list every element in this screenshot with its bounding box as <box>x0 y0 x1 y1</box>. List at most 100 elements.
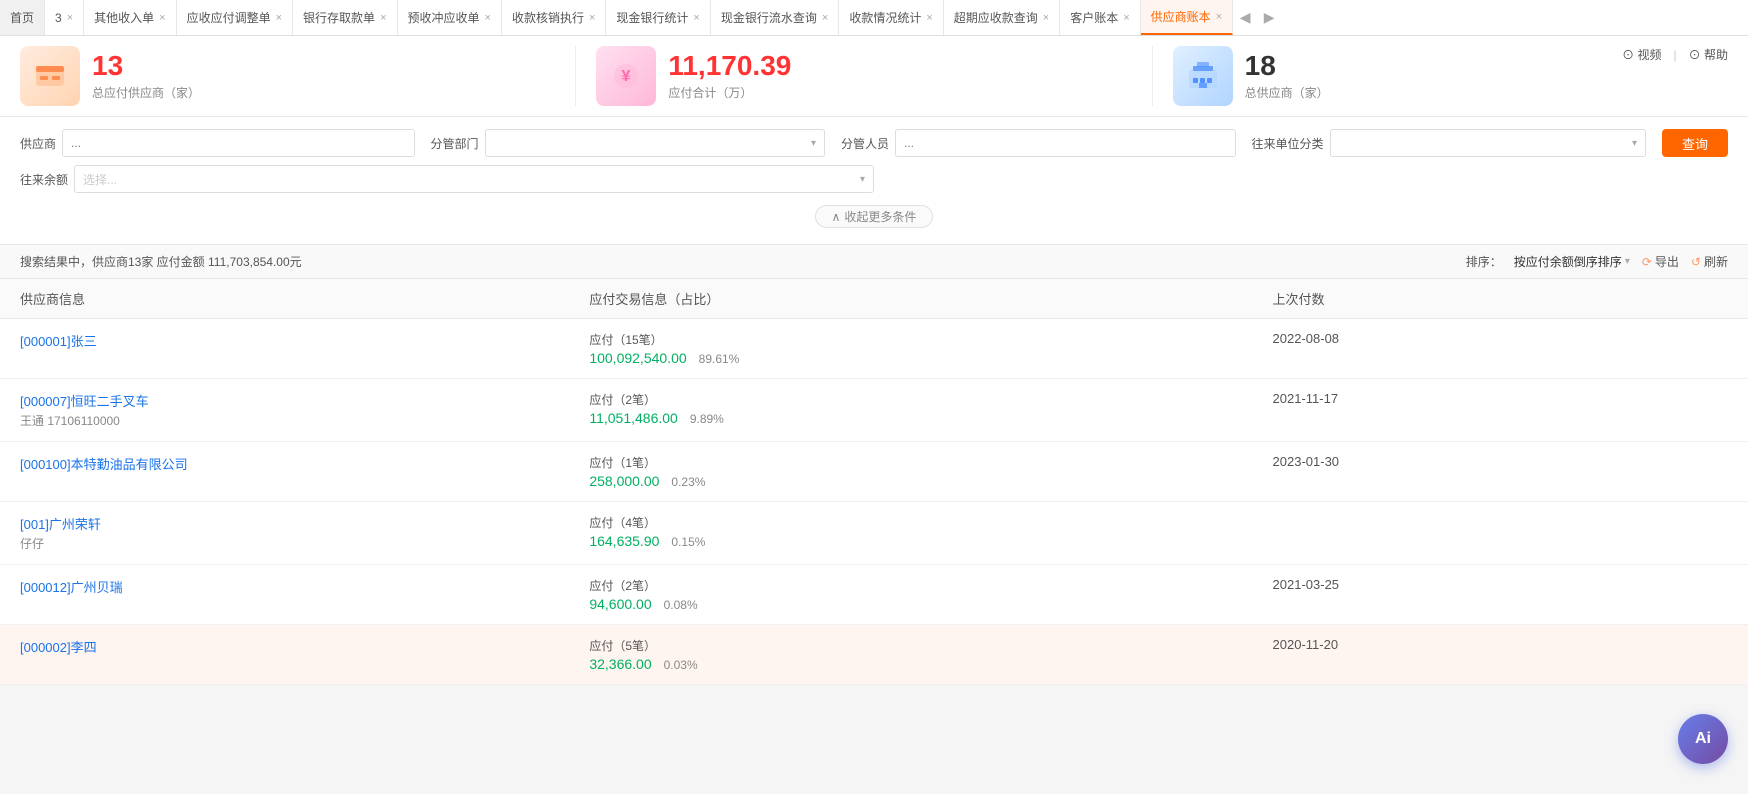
payable-suppliers-label: 总应付供应商（家） <box>92 84 200 101</box>
video-link[interactable]: ⊙ 视频 <box>1622 46 1661 63</box>
trans-amount-beirui[interactable]: 94,600.00 <box>589 596 651 612</box>
ai-button-container: Ai <box>1678 714 1728 764</box>
nav-tab-cash-bank-stat[interactable]: 现金银行统计 × <box>606 0 710 35</box>
supplier-link-bente[interactable]: [000100]本特勤油品有限公司 <box>20 457 188 472</box>
nav-tab-other-income[interactable]: 其他收入单 × <box>84 0 176 35</box>
supplier-filter-input[interactable] <box>62 129 414 157</box>
trans-amount-zhangsan[interactable]: 100,092,540.00 <box>589 350 686 366</box>
nav-tab-receipt-verify-close[interactable]: × <box>589 12 595 24</box>
summary-block-payable-suppliers: 13 总应付供应商（家） <box>20 46 576 106</box>
nav-tab-receipt-stat-close[interactable]: × <box>926 12 932 24</box>
trans-label-hengwang: 应付（2笔） <box>589 391 1272 408</box>
person-filter-input[interactable] <box>895 129 1235 157</box>
trans-row-lisi: 32,366.00 0.03% <box>589 656 1272 672</box>
transaction-info-bente: 应付（1笔） 258,000.00 0.23% <box>589 454 1272 489</box>
collapse-button[interactable]: ∧ 收起更多条件 <box>815 205 934 228</box>
trans-amount-hengwang[interactable]: 11,051,486.00 <box>589 410 678 426</box>
nav-tab-supplier-account[interactable]: 供应商账本 × <box>1141 0 1233 35</box>
filter-item-dept: 分管部门 ▾ <box>431 129 826 157</box>
nav-tab-other-income-label: 其他收入单 <box>94 9 154 26</box>
last-payment-date-hengwang: 2021-11-17 <box>1273 391 1339 406</box>
supplier-link-hengwang[interactable]: [000007]恒旺二手叉车 <box>20 394 149 409</box>
svg-text:¥: ¥ <box>622 68 631 85</box>
sort-select[interactable]: 按应付余额倒序排序 ▾ <box>1514 253 1630 270</box>
trans-row-zhangsan: 100,092,540.00 89.61% <box>589 350 1272 366</box>
nav-tab-overdue-collect-close[interactable]: × <box>1043 12 1049 24</box>
last-payment-date-beirui: 2021-03-25 <box>1273 577 1340 592</box>
sort-label: 排序： <box>1466 253 1502 270</box>
nav-tab-bank-deposit[interactable]: 银行存取款单 × <box>293 0 397 35</box>
nav-tab-home[interactable]: 首页 <box>0 0 45 35</box>
table-row: [001]广州荣轩 仔仔 应付（4笔） 164,635.90 0.15% <box>0 502 1748 565</box>
nav-tab-receipt-stat[interactable]: 收款情况统计 × <box>839 0 943 35</box>
filter-item-balance: 往来余额 选择... ▾ <box>20 165 874 193</box>
supplier-link-lisi[interactable]: [000002]李四 <box>20 640 97 655</box>
nav-tab-advance-collect-close[interactable]: × <box>485 12 491 24</box>
nav-tab-customer-account[interactable]: 客户账本 × <box>1060 0 1140 35</box>
trans-row-bente: 258,000.00 0.23% <box>589 473 1272 489</box>
ai-button[interactable]: Ai <box>1678 714 1728 764</box>
nav-tab-cash-bank-flow-close[interactable]: × <box>822 12 828 24</box>
nav-tab-supplier-account-close[interactable]: × <box>1216 11 1222 23</box>
trans-label-beirui: 应付（2笔） <box>589 577 1272 594</box>
trans-percent-zhangsan: 89.61% <box>699 352 740 366</box>
category-filter-select[interactable]: ▾ <box>1330 129 1646 157</box>
refresh-button[interactable]: ↺ 刷新 <box>1691 253 1728 270</box>
total-suppliers-label: 总供应商（家） <box>1245 84 1329 101</box>
table-row: [000002]李四 应付（5笔） 32,366.00 0.03% 2020-1… <box>0 625 1748 685</box>
table-row: [000001]张三 应付（15笔） 100,092,540.00 89.61%… <box>0 319 1748 379</box>
nav-tab-receipt-verify[interactable]: 收款核销执行 × <box>502 0 606 35</box>
supplier-info-hengwang: [000007]恒旺二手叉车 王通 17106110000 <box>20 391 589 429</box>
trans-detail-lisi: 应付（5笔） 32,366.00 0.03% <box>589 637 1272 672</box>
nav-tab-ar-adjust[interactable]: 应收应付调整单 × <box>177 0 293 35</box>
filter-row-2: 往来余额 选择... ▾ <box>20 165 1728 193</box>
supplier-link-beirui[interactable]: [000012]广州贝瑞 <box>20 580 123 595</box>
export-button[interactable]: ⟳ 导出 <box>1642 253 1679 270</box>
nav-tab-bank-deposit-close[interactable]: × <box>380 12 386 24</box>
trans-amount-rongxuan[interactable]: 164,635.90 <box>589 533 659 549</box>
nav-tab-overdue-collect-label: 超期应收款查询 <box>954 9 1038 26</box>
last-payment-lisi: 2020-11-20 <box>1273 637 1728 652</box>
query-button[interactable]: 查询 <box>1662 129 1728 157</box>
nav-tab-advance-collect-label: 预收冲应收单 <box>408 9 480 26</box>
last-payment-date-zhangsan: 2022-08-08 <box>1273 331 1340 346</box>
nav-tab-cash-bank-stat-close[interactable]: × <box>693 12 699 24</box>
supplier-link-zhangsan[interactable]: [000001]张三 <box>20 334 97 349</box>
trans-detail-hengwang: 应付（2笔） 11,051,486.00 9.89% <box>589 391 1272 426</box>
trans-amount-bente[interactable]: 258,000.00 <box>589 473 659 489</box>
table-row: [000100]本特勤油品有限公司 应付（1笔） 258,000.00 0.23… <box>0 442 1748 502</box>
nav-tab-ar-adjust-close[interactable]: × <box>276 12 282 24</box>
nav-tab-cash-bank-flow[interactable]: 现金银行流水查询 × <box>711 0 839 35</box>
trans-amount-lisi[interactable]: 32,366.00 <box>589 656 651 672</box>
results-right: 排序： 按应付余额倒序排序 ▾ ⟳ 导出 ↺ 刷新 <box>1466 253 1728 270</box>
nav-arrow-right[interactable]: ▶ <box>1257 0 1281 35</box>
last-payment-date-lisi: 2020-11-20 <box>1273 637 1339 652</box>
nav-tab-customer-account-close[interactable]: × <box>1123 12 1129 24</box>
last-payment-date-bente: 2023-01-30 <box>1273 454 1340 469</box>
nav-tab-3[interactable]: 3 × <box>45 0 84 35</box>
balance-filter-select[interactable]: 选择... ▾ <box>74 165 874 193</box>
nav-tab-overdue-collect[interactable]: 超期应收款查询 × <box>944 0 1060 35</box>
dept-filter-select[interactable]: ▾ <box>485 129 825 157</box>
nav-arrow-left[interactable]: ◀ <box>1233 0 1257 35</box>
nav-tab-other-income-close[interactable]: × <box>159 12 165 24</box>
collapse-label: 收起更多条件 <box>844 208 916 225</box>
summary-text-total-suppliers: 18 总供应商（家） <box>1245 52 1329 101</box>
supplier-link-rongxuan[interactable]: [001]广州荣轩 <box>20 517 101 532</box>
collapse-chevron-icon: ∧ <box>832 210 841 224</box>
person-filter-label: 分管人员 <box>841 135 889 152</box>
nav-tab-bank-deposit-label: 银行存取款单 <box>303 9 375 26</box>
summary-icon-payable-total: ¥ <box>596 46 656 106</box>
summary-icon-total-suppliers <box>1173 46 1233 106</box>
trans-label-lisi: 应付（5笔） <box>589 637 1272 654</box>
balance-filter-text: 选择... <box>83 171 865 188</box>
category-dropdown-arrow-icon: ▾ <box>1632 138 1637 149</box>
summary-block-payable-total: ¥ 11,170.39 应付合计（万） <box>596 46 1152 106</box>
help-link[interactable]: ⊙ 帮助 <box>1689 46 1728 63</box>
nav-tab-3-close[interactable]: × <box>67 12 73 24</box>
supplier-info-bente: [000100]本特勤油品有限公司 <box>20 454 589 473</box>
nav-tab-advance-collect[interactable]: 预收冲应收单 × <box>398 0 502 35</box>
sort-dropdown-arrow-icon: ▾ <box>1625 256 1630 267</box>
last-payment-bente: 2023-01-30 <box>1273 454 1728 469</box>
dept-dropdown-arrow-icon: ▾ <box>811 138 816 149</box>
